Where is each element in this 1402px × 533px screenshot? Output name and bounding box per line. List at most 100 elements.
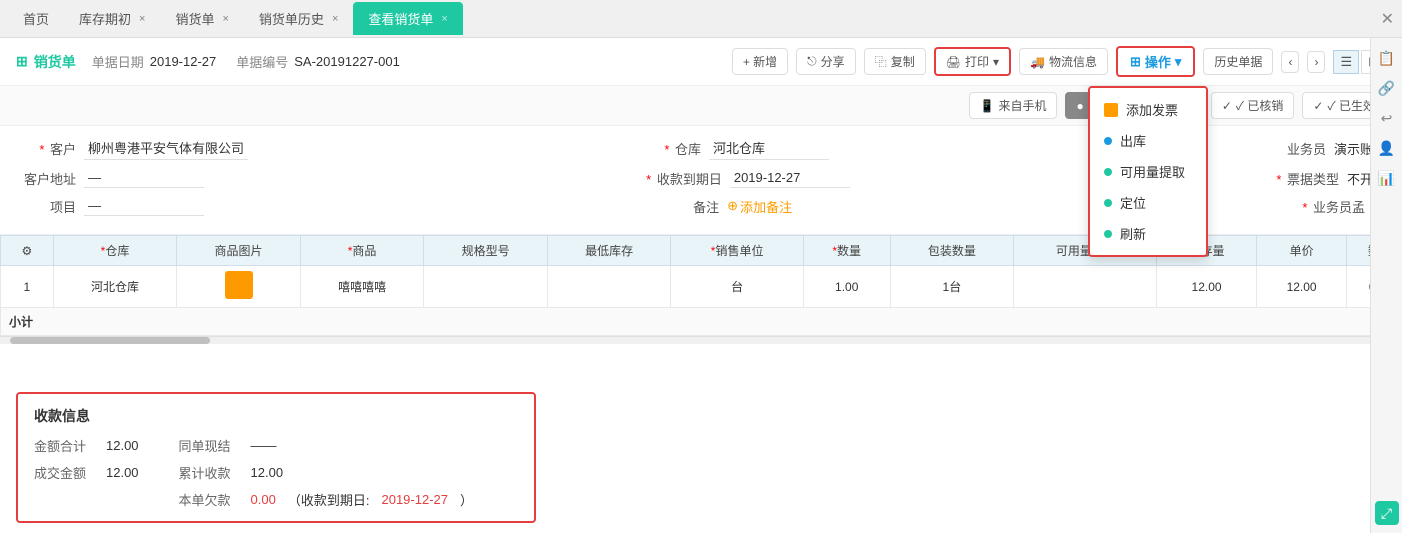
cell-product: 嘻嘻嘻嘻 xyxy=(300,266,424,308)
sidebar-chart-icon[interactable]: 📊 xyxy=(1375,166,1399,190)
tab-view-sales-close[interactable]: × xyxy=(441,13,447,25)
tab-sales-order-close[interactable]: × xyxy=(222,13,228,25)
owed-label: 本单欠款 xyxy=(179,490,239,509)
table-wrapper: ⚙ *仓库 商品图片 *商品 规格型号 最低库存 *销售单位 *数量 包装数量 … xyxy=(0,235,1402,382)
view-list-button[interactable]: ☰ xyxy=(1333,50,1359,74)
product-image xyxy=(225,271,253,299)
dropdown-add-invoice[interactable]: 添加发票 xyxy=(1090,94,1206,125)
cell-warehouse: 河北仓库 xyxy=(53,266,177,308)
doc-number-label: 单据编号 xyxy=(236,52,288,71)
th-product-img: 商品图片 xyxy=(177,236,301,266)
dropdown-available-extract[interactable]: 可用量提取 xyxy=(1090,156,1206,187)
info-col-right: 同单现结 —— 累计收款 12.00 本单欠款 0.00 （收款到期日: 201… xyxy=(179,436,473,509)
warehouse-value: 河北仓库 xyxy=(709,136,829,160)
subtotal-row: 小计 xyxy=(1,308,1402,336)
info-col-left: 金额合计 12.00 成交金额 12.00 xyxy=(34,436,139,509)
th-product: *商品 xyxy=(300,236,424,266)
tab-inventory-init-close[interactable]: × xyxy=(139,13,145,25)
dropdown-refresh[interactable]: 刷新 xyxy=(1090,218,1206,249)
operation-button[interactable]: ⊞ 操作 ▾ xyxy=(1116,46,1195,77)
project-label: 项目 xyxy=(16,197,76,216)
cell-product-img xyxy=(177,266,301,308)
th-warehouse: *仓库 xyxy=(53,236,177,266)
nav-next-button[interactable]: › xyxy=(1307,51,1325,73)
doc-number-value: SA-20191227-001 xyxy=(294,54,400,69)
sidebar-link-icon[interactable]: 🔗 xyxy=(1375,76,1399,100)
doc-header: ⊞ 销货单 单据日期 2019-12-27 单据编号 SA-20191227-0… xyxy=(0,38,1402,86)
from-phone-button[interactable]: 📱 来自手机 xyxy=(969,92,1058,119)
th-spec: 规格型号 xyxy=(424,236,548,266)
history-button[interactable]: 历史单据 xyxy=(1203,48,1273,75)
staff-label: 业务员 xyxy=(1266,139,1326,158)
share-icon: ⎋ xyxy=(807,54,817,69)
owed-date: 2019-12-27 xyxy=(381,492,448,507)
payment-date-label: 收款到期日 xyxy=(646,169,722,188)
cell-quantity: 1.00 xyxy=(803,266,890,308)
project-value: — xyxy=(84,196,204,216)
total-value: 12.00 xyxy=(106,438,139,453)
sidebar-clipboard-icon[interactable]: 📋 xyxy=(1375,46,1399,70)
th-quantity: *数量 xyxy=(803,236,890,266)
tab-inventory-init[interactable]: 库存期初 × xyxy=(64,2,160,35)
tab-home[interactable]: 首页 xyxy=(8,2,64,35)
dropdown-outbound[interactable]: 出库 xyxy=(1090,125,1206,156)
tab-bar: 首页 库存期初 × 销货单 × 销货单历史 × 查看销货单 × ✕ xyxy=(0,0,1402,38)
staff-section: 业务员 演示账号 xyxy=(1266,139,1386,158)
toolbar-right: + 新增 ⎋ 分享 ⿻ 复制 🖨 打印 ▾ 🚚 物流信息 xyxy=(732,46,1386,77)
customer-label: 客户 xyxy=(16,139,76,158)
cell-current-stock: 12.00 xyxy=(1156,266,1257,308)
payment-info-title: 收款信息 xyxy=(34,406,518,426)
sidebar-return-icon[interactable]: ↩ xyxy=(1375,106,1399,130)
tab-sales-history[interactable]: 销货单历史 × xyxy=(244,2,353,35)
copy-button[interactable]: ⿻ 复制 xyxy=(864,48,926,75)
refresh-icon xyxy=(1104,230,1112,238)
logistics-icon: 🚚 xyxy=(1030,55,1045,69)
th-min-stock: 最低库存 xyxy=(547,236,671,266)
owed-value: 0.00 xyxy=(251,492,276,507)
share-button[interactable]: ⎋ 分享 xyxy=(796,48,856,75)
tab-view-sales[interactable]: 查看销货单 × xyxy=(353,2,462,35)
doc-meta: 单据日期 2019-12-27 单据编号 SA-20191227-001 xyxy=(92,52,400,71)
subtotal-label: 小计 xyxy=(1,308,1402,336)
print-icon: 🖨 xyxy=(946,55,961,69)
note-label: 备注 xyxy=(659,197,719,216)
doc-date-item: 单据日期 2019-12-27 xyxy=(92,52,217,71)
ticket-type-label: 票据类型 xyxy=(1276,169,1339,188)
circle-icon: ● xyxy=(1076,99,1083,113)
tab-sales-order[interactable]: 销货单 × xyxy=(160,2,243,35)
operation-dropdown: 添加发票 出库 可用量提取 定位 刷新 xyxy=(1088,86,1208,257)
locate-icon xyxy=(1104,199,1112,207)
nav-prev-button[interactable]: ‹ xyxy=(1281,51,1299,73)
window-close-button[interactable]: ✕ xyxy=(1381,9,1394,29)
tab-sales-history-close[interactable]: × xyxy=(332,13,338,25)
cell-row-num: 1 xyxy=(1,266,54,308)
sidebar-user-icon[interactable]: 👤 xyxy=(1375,136,1399,160)
add-note-button[interactable]: ⊕ 添加备注 xyxy=(727,197,792,216)
operation-grid-icon: ⊞ xyxy=(1130,54,1141,70)
customer-value: 柳州粤港平安气体有限公司 xyxy=(84,136,248,160)
total-row: 金额合计 12.00 xyxy=(34,436,139,455)
owed-suffix2: ） xyxy=(460,490,473,509)
status-sold-button[interactable]: ✓ ✓ 已核销 xyxy=(1211,92,1295,119)
horizontal-scrollbar[interactable] xyxy=(0,336,1402,344)
cell-unit-price: 12.00 xyxy=(1257,266,1346,308)
project-group: 项目 — xyxy=(16,196,659,216)
cell-pack-qty: 1台 xyxy=(890,266,1014,308)
cell-available xyxy=(1014,266,1157,308)
plus-icon: ⊕ xyxy=(727,198,738,214)
dropdown-locate[interactable]: 定位 xyxy=(1090,187,1206,218)
operation-dropdown-arrow: ▾ xyxy=(1175,54,1182,70)
table-row: 1 河北仓库 嘻嘻嘻嘻 台 1.00 1台 12.00 12.00 xyxy=(1,266,1402,308)
print-button[interactable]: 🖨 打印 ▾ xyxy=(934,47,1011,76)
payment-info: 收款信息 金额合计 12.00 成交金额 12.00 同单现结 —— xyxy=(16,392,536,523)
scrollbar-thumb[interactable] xyxy=(10,337,210,344)
info-rows: 金额合计 12.00 成交金额 12.00 同单现结 —— 累计收款 xyxy=(34,436,518,509)
add-button[interactable]: + 新增 xyxy=(732,48,788,75)
phone-icon: 📱 xyxy=(980,99,995,113)
doc-date-label: 单据日期 xyxy=(92,52,144,71)
same-order-value: —— xyxy=(251,438,277,453)
th-settings[interactable]: ⚙ xyxy=(1,236,54,266)
cell-spec xyxy=(424,266,548,308)
sidebar-expand-icon[interactable]: ⤢ xyxy=(1375,501,1399,525)
logistics-button[interactable]: 🚚 物流信息 xyxy=(1019,48,1108,75)
